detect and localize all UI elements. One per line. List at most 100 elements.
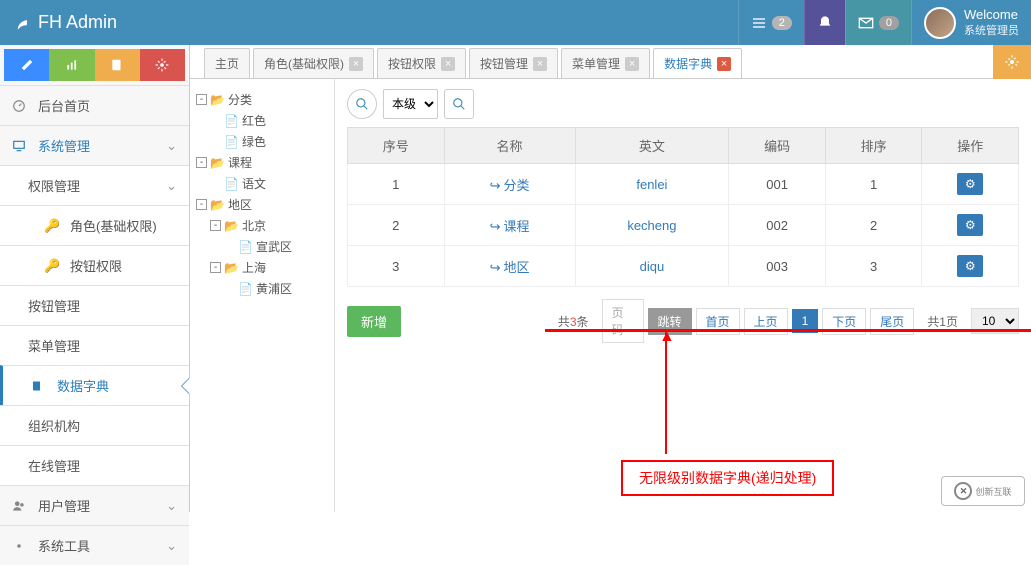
- close-icon[interactable]: ×: [625, 57, 639, 71]
- tab[interactable]: 按钮权限×: [377, 48, 466, 78]
- quick-book-button[interactable]: [95, 49, 140, 81]
- en-link[interactable]: diqu: [640, 259, 665, 274]
- file-icon: 📄: [238, 240, 253, 254]
- en-link[interactable]: fenlei: [636, 177, 667, 192]
- folder-icon: 📂: [224, 219, 239, 233]
- nav-button-mgmt-label: 按钮管理: [28, 296, 80, 315]
- row-action-button[interactable]: ⚙: [957, 173, 983, 195]
- book-icon: [31, 380, 49, 392]
- cell-no: 1: [348, 164, 445, 205]
- tab[interactable]: 数据字典×: [653, 48, 742, 78]
- row-action-button[interactable]: ⚙: [957, 214, 983, 236]
- close-icon[interactable]: ×: [441, 57, 455, 71]
- avatar: [924, 7, 956, 39]
- name-link[interactable]: ↪课程: [490, 219, 530, 234]
- data-table: 序号名称英文编码排序操作 1↪分类fenlei0011⚙2↪课程kecheng0…: [347, 127, 1019, 287]
- expand-icon[interactable]: -: [196, 157, 207, 168]
- chevron-down-icon: ⌄: [166, 538, 177, 554]
- watermark-icon: ✕: [954, 482, 972, 500]
- search-bar: 本级: [347, 89, 1019, 119]
- gear-icon: [1004, 54, 1020, 70]
- quick-settings-button[interactable]: [140, 49, 185, 81]
- tab-label: 按钮管理: [480, 55, 528, 72]
- nav-permission[interactable]: 权限管理 ⌄: [0, 165, 189, 205]
- cell-order: 3: [825, 246, 922, 287]
- main-area: 主页角色(基础权限)×按钮权限×按钮管理×菜单管理×数据字典× -📂分类📄红色📄…: [190, 45, 1031, 512]
- nav-users[interactable]: 用户管理 ⌄: [0, 485, 189, 525]
- nav-role-base[interactable]: 🔑 角色(基础权限): [0, 205, 189, 245]
- column-header: 排序: [825, 128, 922, 164]
- tree-node[interactable]: -📂上海: [196, 257, 328, 278]
- tab[interactable]: 按钮管理 ×: [469, 48, 558, 78]
- tab-label: 主页: [215, 55, 239, 72]
- tab[interactable]: 菜单管理×: [561, 48, 650, 78]
- tab[interactable]: 角色(基础权限)×: [253, 48, 374, 78]
- tree-node[interactable]: 📄宣武区: [196, 236, 328, 257]
- file-icon: 📄: [238, 282, 253, 296]
- nav-org-label: 组织机构: [28, 416, 80, 435]
- key-icon: 🔑: [44, 258, 62, 274]
- cell-code: 003: [729, 246, 826, 287]
- nav-online-label: 在线管理: [28, 456, 80, 475]
- nav-dashboard[interactable]: 后台首页: [0, 85, 189, 125]
- sidebar-quick-buttons: [0, 45, 189, 85]
- quick-edit-button[interactable]: [4, 49, 49, 81]
- tab[interactable]: 主页: [204, 48, 250, 78]
- tree-node[interactable]: -📂分类: [196, 89, 328, 110]
- nav-system-label: 系统管理: [38, 136, 90, 155]
- tree-label: 黄浦区: [256, 280, 292, 297]
- name-link[interactable]: ↪分类: [490, 178, 530, 193]
- tree-node[interactable]: 📄红色: [196, 110, 328, 131]
- tree-node[interactable]: 📄语文: [196, 173, 328, 194]
- tree-label: 地区: [228, 196, 252, 213]
- data-pane: 本级 序号名称英文编码排序操作 1↪分类fenlei0011⚙2↪课程keche…: [335, 79, 1031, 512]
- tree-node[interactable]: 📄绿色: [196, 131, 328, 152]
- expand-icon[interactable]: -: [210, 220, 221, 231]
- close-icon[interactable]: ×: [533, 57, 547, 71]
- close-icon[interactable]: ×: [717, 57, 731, 71]
- nav-data-dict[interactable]: 数据字典: [0, 365, 189, 405]
- nav-button-perm[interactable]: 🔑 按钮权限: [0, 245, 189, 285]
- header-user[interactable]: Welcome 系统管理员: [911, 0, 1031, 45]
- page-input[interactable]: 页码: [602, 299, 644, 343]
- chevron-down-icon: ⌄: [166, 138, 177, 154]
- nav-menu-mgmt[interactable]: 菜单管理: [0, 325, 189, 365]
- sidebar: 后台首页 系统管理 ⌄ 权限管理 ⌄ 🔑 角色(基础权限) 🔑 按钮权限 按钮管…: [0, 45, 190, 512]
- watermark-text: 创新互联: [975, 485, 1011, 498]
- nav-tools[interactable]: 系统工具 ⌄: [0, 525, 189, 565]
- nav-org[interactable]: 组织机构: [0, 405, 189, 445]
- nav-online[interactable]: 在线管理: [0, 445, 189, 485]
- name-link[interactable]: ↪地区: [490, 260, 530, 275]
- tree-label: 绿色: [242, 133, 266, 150]
- en-link[interactable]: kecheng: [627, 218, 676, 233]
- tree-label: 课程: [228, 154, 252, 171]
- tree-node[interactable]: -📂地区: [196, 194, 328, 215]
- add-button[interactable]: 新增: [347, 306, 401, 337]
- expand-icon[interactable]: -: [196, 199, 207, 210]
- quick-stats-button[interactable]: [49, 49, 94, 81]
- nav-button-mgmt[interactable]: 按钮管理: [0, 285, 189, 325]
- expand-icon[interactable]: -: [196, 94, 207, 105]
- nav-data-dict-label: 数据字典: [57, 376, 109, 395]
- refresh-button[interactable]: [347, 89, 377, 119]
- level-select[interactable]: 本级: [383, 89, 438, 119]
- column-header: 名称: [444, 128, 575, 164]
- nav-system[interactable]: 系统管理 ⌄: [0, 125, 189, 165]
- folder-icon: 📂: [210, 156, 225, 170]
- header-tasks[interactable]: 2: [738, 0, 804, 45]
- header-mail[interactable]: 0: [845, 0, 911, 45]
- tabs-settings-button[interactable]: [993, 45, 1031, 79]
- pager: 共3条 页码 跳转 首页 上页 1 下页 尾页 共1页 10: [549, 299, 1019, 343]
- cell-order: 1: [825, 164, 922, 205]
- expand-icon[interactable]: -: [210, 262, 221, 273]
- tree-label: 分类: [228, 91, 252, 108]
- tree-node[interactable]: 📄黄浦区: [196, 278, 328, 299]
- tree-node[interactable]: -📂课程: [196, 152, 328, 173]
- close-icon[interactable]: ×: [349, 57, 363, 71]
- row-action-button[interactable]: ⚙: [957, 255, 983, 277]
- tree-node[interactable]: -📂北京: [196, 215, 328, 236]
- bell-icon: [817, 15, 833, 31]
- header-alerts[interactable]: [804, 0, 845, 45]
- cell-code: 001: [729, 164, 826, 205]
- search-button[interactable]: [444, 89, 474, 119]
